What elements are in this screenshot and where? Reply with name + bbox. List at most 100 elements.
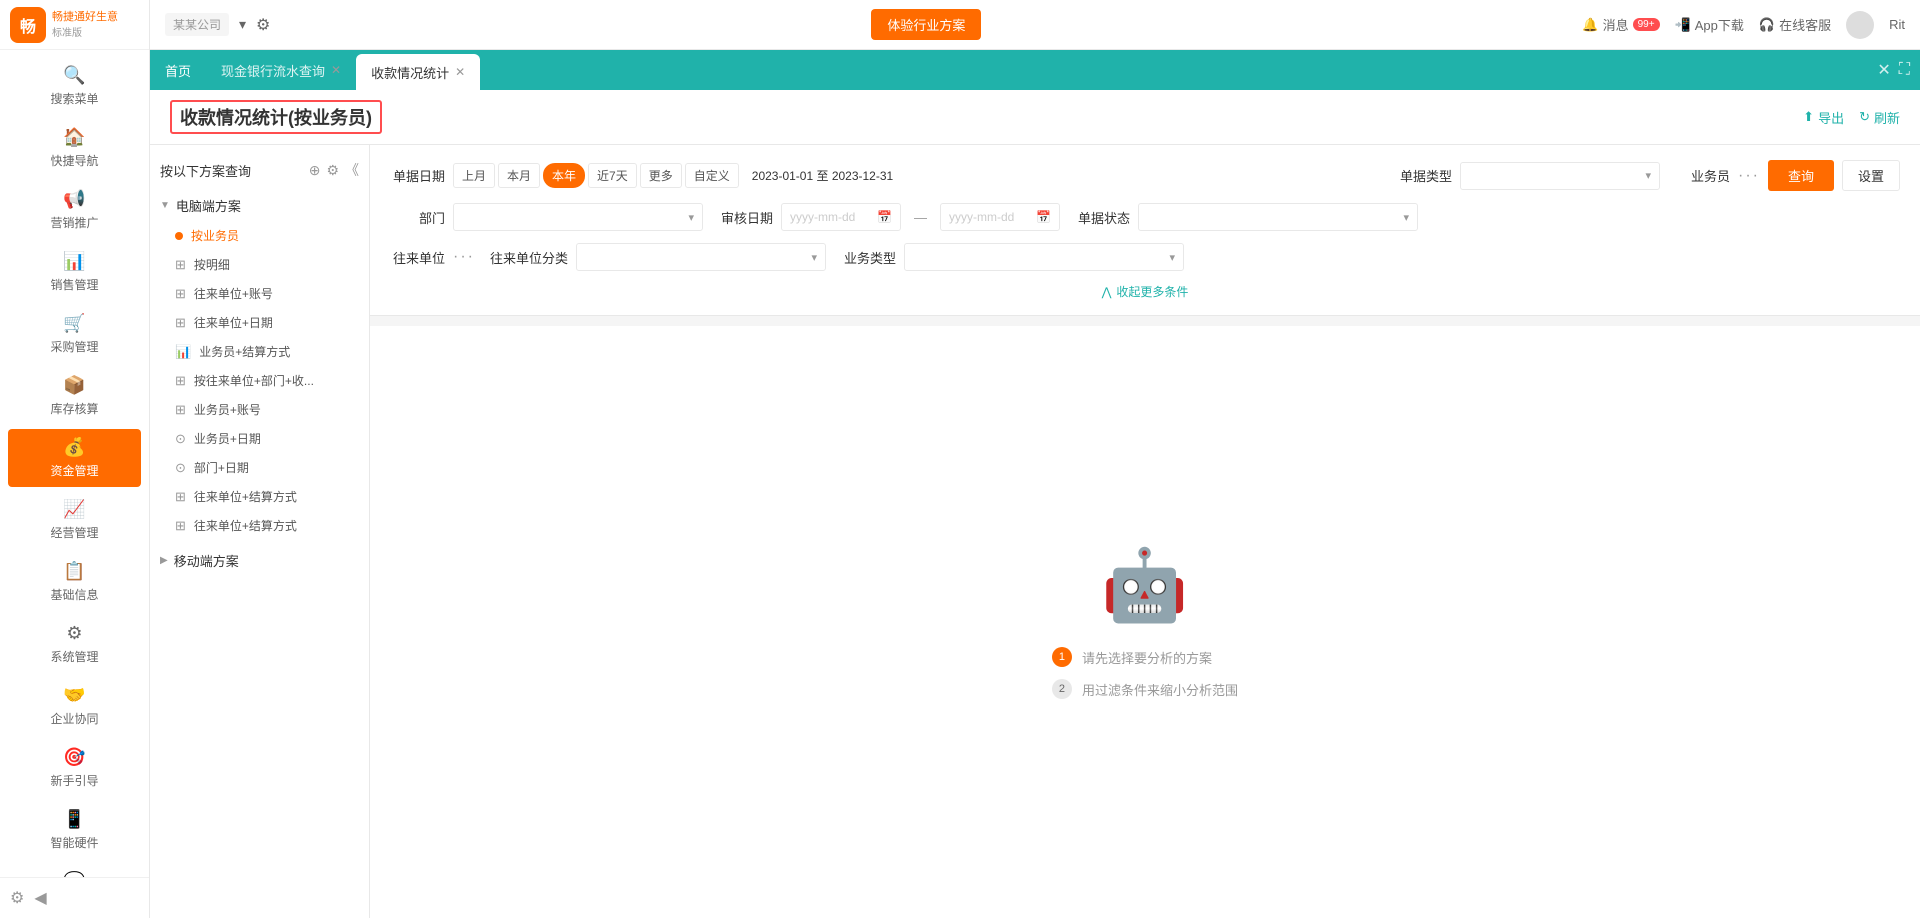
review-date-start[interactable]: yyyy-mm-dd 📅 <box>781 203 901 231</box>
plan-icon: ⊞ <box>175 373 186 389</box>
select-arrow-icon: ▾ <box>811 251 817 264</box>
voucher-status-select[interactable]: ▾ <box>1138 203 1418 231</box>
marketing-icon: 📢 <box>63 189 85 210</box>
body-area: 按以下方案查询 ⊕ ⚙ 《 ▼ 电脑端方案 <box>150 145 1920 918</box>
salesperson-label: 业务员 <box>1675 166 1730 185</box>
sidebar-item-basic-info[interactable]: 📋 基础信息 <box>0 551 149 613</box>
business-type-label: 业务类型 <box>841 248 896 267</box>
tab-bank-flow[interactable]: 现金银行流水查询 ✕ <box>206 50 356 90</box>
date-btn-this-year[interactable]: 本年 <box>543 163 585 188</box>
collapse-more-btn[interactable]: ⋀ 收起更多条件 <box>1102 283 1189 300</box>
plan-item-unit-date[interactable]: ⊞ 往来单位+日期 <box>150 308 369 337</box>
page-title: 收款情况统计(按业务员) <box>170 100 382 134</box>
desktop-section-label: 电脑端方案 <box>176 196 241 215</box>
query-btn[interactable]: 查询 <box>1768 160 1834 191</box>
plan-item-dept-date[interactable]: ⊙ 部门+日期 <box>150 453 369 482</box>
plan-item-label: 按业务员 <box>191 227 239 244</box>
plan-icon: ⊞ <box>175 286 186 302</box>
trial-btn[interactable]: 体验行业方案 <box>871 9 981 40</box>
export-label: 导出 <box>1818 108 1844 127</box>
sidebar-item-quick-nav[interactable]: 🏠 快捷导航 <box>0 117 149 179</box>
left-panel: 按以下方案查询 ⊕ ⚙ 《 ▼ 电脑端方案 <box>150 145 370 918</box>
sidebar-item-purchase[interactable]: 🛒 采购管理 <box>0 303 149 365</box>
plan-item-by-salesperson[interactable]: 按业务员 <box>150 221 369 250</box>
tab-maximize-icon[interactable]: ⛶ <box>1899 61 1910 79</box>
plan-item-unit-settlement1[interactable]: ⊞ 往来单位+结算方式 <box>150 482 369 511</box>
sidebar-item-sales[interactable]: 📊 销售管理 <box>0 241 149 303</box>
tab-collection-stats[interactable]: 收款情况统计 ✕ <box>356 54 480 90</box>
mobile-section-header[interactable]: ▶ 移动端方案 <box>150 545 369 576</box>
dept-select[interactable]: ▾ <box>453 203 703 231</box>
settings-bottom-icon[interactable]: ⚙ <box>10 888 24 908</box>
filter-row-2: 部门 ▾ 审核日期 yyyy-mm-dd 📅 <box>390 203 1900 231</box>
page-content: 收款情况统计(按业务员) ⬆ 导出 ↻ 刷新 按以下方案查询 <box>150 90 1920 918</box>
plan-item-unit-dept-collect[interactable]: ⊞ 按往来单位+部门+收... <box>150 366 369 395</box>
date-btn-custom[interactable]: 自定义 <box>685 163 739 188</box>
sidebar-item-label: 智能硬件 <box>50 834 98 851</box>
plan-item-salesperson-account[interactable]: ⊞ 业务员+账号 <box>150 395 369 424</box>
empty-tips: 1 请先选择要分析的方案 2 用过滤条件来缩小分析范围 <box>1052 647 1238 699</box>
plan-item-unit-account[interactable]: ⊞ 往来单位+账号 <box>150 279 369 308</box>
sidebar-item-operations[interactable]: 📈 经营管理 <box>0 489 149 551</box>
company-dropdown-icon[interactable]: ▾ <box>239 16 246 33</box>
mobile-section: ▶ 移动端方案 <box>150 545 369 576</box>
tab-bank-flow-label: 现金银行流水查询 <box>221 61 325 80</box>
date-btn-7days[interactable]: 近7天 <box>588 163 637 188</box>
header-gear-icon[interactable]: ⚙ <box>256 15 270 35</box>
counterpart-more-icon[interactable]: ··· <box>453 248 475 266</box>
review-date-label: 审核日期 <box>718 208 773 227</box>
download-icon: 📲 <box>1675 17 1691 33</box>
refresh-btn[interactable]: ↻ 刷新 <box>1859 108 1900 127</box>
search-icon: 🔍 <box>63 65 85 86</box>
tab-home[interactable]: 首页 <box>150 50 206 90</box>
setting-btn[interactable]: 设置 <box>1842 160 1900 191</box>
sidebar-item-guide[interactable]: 🎯 新手引导 <box>0 737 149 799</box>
sidebar-item-wechat[interactable]: 💬 企业微信 <box>0 861 149 877</box>
sidebar-item-capital[interactable]: 💰 资金管理 <box>8 429 141 487</box>
sidebar-item-search[interactable]: 🔍 搜索菜单 <box>0 55 149 117</box>
export-btn[interactable]: ⬆ 导出 <box>1803 108 1844 127</box>
add-plan-icon[interactable]: ⊕ <box>309 162 321 179</box>
voucher-type-select[interactable]: ▾ <box>1460 162 1660 190</box>
plan-item-salesperson-settlement[interactable]: 📊 业务员+结算方式 <box>150 337 369 366</box>
filter-counterpart-type-item: 往来单位分类 ▾ <box>490 243 826 271</box>
filter-salesperson-item: 业务员 ··· 查询 设置 <box>1675 160 1900 191</box>
user-avatar[interactable] <box>1846 11 1874 39</box>
bell-icon: 🔔 <box>1582 17 1598 33</box>
collapse-sidebar-icon[interactable]: ◀ <box>34 888 46 908</box>
sidebar-item-enterprise[interactable]: 🤝 企业协同 <box>0 675 149 737</box>
counterpart-type-select[interactable]: ▾ <box>576 243 826 271</box>
page-title-bar: 收款情况统计(按业务员) ⬆ 导出 ↻ 刷新 <box>150 90 1920 145</box>
plan-item-unit-settlement2[interactable]: ⊞ 往来单位+结算方式 <box>150 511 369 540</box>
sidebar-item-inventory[interactable]: 📦 库存核算 <box>0 365 149 427</box>
date-btn-more[interactable]: 更多 <box>640 163 682 188</box>
section-collapse-icon: ▶ <box>160 555 168 566</box>
select-arrow-icon: ▾ <box>1645 169 1651 182</box>
date-label: 单据日期 <box>390 166 445 185</box>
tab-close-all-icon[interactable]: ✕ <box>1877 60 1890 80</box>
message-btn[interactable]: 🔔 消息 99+ <box>1582 15 1659 34</box>
logo-text: 畅捷通好生意 <box>52 10 118 24</box>
filter-dept-item: 部门 ▾ <box>390 203 703 231</box>
plan-item-by-detail[interactable]: ⊞ 按明细 <box>150 250 369 279</box>
salesperson-more-icon[interactable]: ··· <box>1738 167 1760 185</box>
online-service-btn[interactable]: 🎧 在线客服 <box>1759 15 1831 34</box>
desktop-section-header[interactable]: ▼ 电脑端方案 <box>150 190 369 221</box>
plan-item-salesperson-date[interactable]: ⊙ 业务员+日期 <box>150 424 369 453</box>
panel-header-title: 按以下方案查询 <box>160 161 251 180</box>
sidebar-item-smart-hw[interactable]: 📱 智能硬件 <box>0 799 149 861</box>
sidebar-nav: 🔍 搜索菜单 🏠 快捷导航 📢 营销推广 📊 销售管理 🛒 采购管理 📦 库存核… <box>0 50 149 877</box>
sidebar-item-system[interactable]: ⚙ 系统管理 <box>0 613 149 675</box>
sidebar-item-marketing[interactable]: 📢 营销推广 <box>0 179 149 241</box>
tab-bank-flow-close[interactable]: ✕ <box>331 63 341 77</box>
filter-row-3: 往来单位 ··· 往来单位分类 ▾ 业务类型 <box>390 243 1900 271</box>
business-type-select[interactable]: ▾ <box>904 243 1184 271</box>
review-date-end[interactable]: yyyy-mm-dd 📅 <box>940 203 1060 231</box>
app-download-btn[interactable]: 📲 App下载 <box>1675 15 1744 34</box>
date-btn-last-month[interactable]: 上月 <box>453 163 495 188</box>
gear-plan-icon[interactable]: ⚙ <box>326 162 339 179</box>
collapse-panel-icon[interactable]: 《 <box>345 160 359 180</box>
review-date-end-placeholder: yyyy-mm-dd <box>949 210 1014 224</box>
date-btn-this-month[interactable]: 本月 <box>498 163 540 188</box>
tab-collection-stats-close[interactable]: ✕ <box>455 65 465 79</box>
